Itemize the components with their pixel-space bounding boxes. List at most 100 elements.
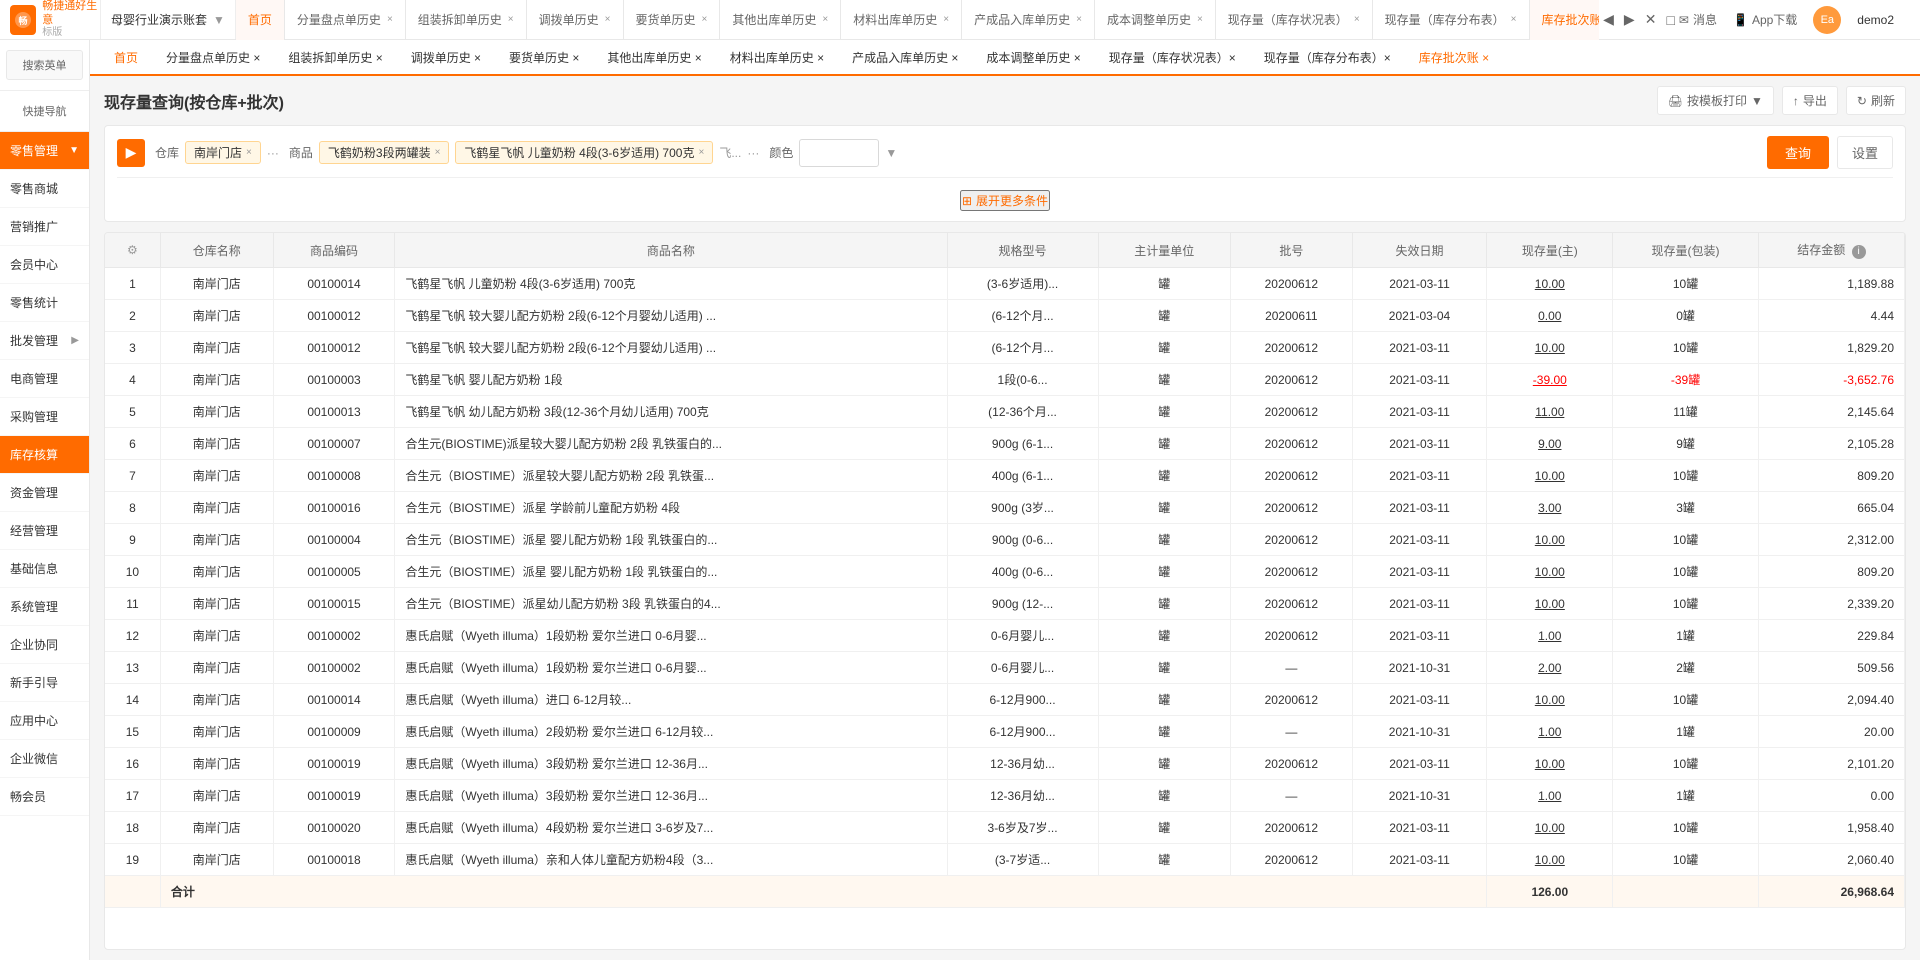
table-cell[interactable]: 2.00 xyxy=(1487,652,1613,684)
warehouse-more-icon[interactable]: ··· xyxy=(267,146,279,160)
tab-close-icon[interactable]: × xyxy=(822,14,828,25)
sidebar-item-dian-shang[interactable]: 电商管理 xyxy=(0,360,89,398)
sub-nav-ku-cun-2[interactable]: 现存量（库存分布表）× xyxy=(1250,40,1405,75)
color-input[interactable] xyxy=(799,139,879,167)
tab-close-icon[interactable]: × xyxy=(943,14,949,25)
tab-next-button[interactable]: ▶ xyxy=(1620,9,1639,30)
tab-close-icon[interactable]: × xyxy=(1076,14,1082,25)
tab-close-icon[interactable]: × xyxy=(508,14,514,25)
goods-tag-1-remove-icon[interactable]: × xyxy=(435,147,441,158)
table-cell[interactable]: 10.00 xyxy=(1487,748,1613,780)
sub-nav-cai-liao[interactable]: 材料出库单历史 × xyxy=(716,40,838,75)
table-cell[interactable]: 11.00 xyxy=(1487,396,1613,428)
tab-cai-liao[interactable]: 材料出库单历史 × xyxy=(841,0,962,40)
tab-chan-cheng[interactable]: 产成品入库单历史 × xyxy=(962,0,1095,40)
table-cell[interactable]: 10.00 xyxy=(1487,556,1613,588)
amount-info-icon[interactable]: i xyxy=(1852,245,1866,259)
tab-yao-huo[interactable]: 要货单历史 × xyxy=(624,0,721,40)
column-settings-icon[interactable]: ⚙ xyxy=(127,243,138,257)
goods-more-icon[interactable]: 飞... xyxy=(719,144,741,161)
tab-cheng-ben[interactable]: 成本调整单历史 × xyxy=(1095,0,1216,40)
sidebar-item-ling-shou-shang-cheng[interactable]: 零售商城 xyxy=(0,170,89,208)
sidebar-item-pi-fa[interactable]: 批发管理 ▶ xyxy=(0,322,89,360)
sidebar-item-ku-cun[interactable]: 库存核算 xyxy=(0,436,89,474)
tab-ku-cun-2[interactable]: 现存量（库存分布表） × xyxy=(1373,0,1530,40)
table-cell[interactable]: 10.00 xyxy=(1487,844,1613,876)
table-cell[interactable]: 1.00 xyxy=(1487,780,1613,812)
sub-nav-home[interactable]: 首页 xyxy=(100,40,152,76)
table-cell[interactable]: 10.00 xyxy=(1487,332,1613,364)
sidebar-item-xin-shou[interactable]: 新手引导 xyxy=(0,664,89,702)
table-cell[interactable]: 10.00 xyxy=(1487,460,1613,492)
sub-nav-chan-cheng[interactable]: 产成品入库单历史 × xyxy=(838,40,972,75)
tab-home[interactable]: 首页 xyxy=(236,0,285,40)
tab-maximize-button[interactable]: □ xyxy=(1662,10,1678,30)
table-cell[interactable]: 9.00 xyxy=(1487,428,1613,460)
sidebar-item-ling-shou[interactable]: 零售管理 ▼ xyxy=(0,132,89,170)
goods-tag-1[interactable]: 飞鹤奶粉3段两罐装 × xyxy=(319,141,450,164)
tab-zu-chai[interactable]: 组装拆卸单历史 × xyxy=(406,0,527,40)
sidebar-item-chang-hui-yuan[interactable]: 畅会员 xyxy=(0,778,89,816)
sidebar-item-ji-chu[interactable]: 基础信息 xyxy=(0,550,89,588)
tab-close-all-button[interactable]: ✕ xyxy=(1641,9,1661,30)
tab-chu-ku[interactable]: 其他出库单历史 × xyxy=(720,0,841,40)
sidebar-item-zi-jin[interactable]: 资金管理 xyxy=(0,474,89,512)
tab-close-icon[interactable]: × xyxy=(605,14,611,25)
sub-nav-ku-cun-1[interactable]: 现存量（库存状况表）× xyxy=(1095,40,1250,75)
sub-nav-zu-chai[interactable]: 组装拆卸单历史 × xyxy=(274,40,396,75)
sidebar-item-xi-tong[interactable]: 系统管理 xyxy=(0,588,89,626)
tab-close-icon[interactable]: × xyxy=(1354,14,1360,25)
table-cell[interactable]: 0.00 xyxy=(1487,300,1613,332)
sidebar-item-jing-ying[interactable]: 经营管理 xyxy=(0,512,89,550)
expand-more-button[interactable]: ⊞ 展开更多条件 xyxy=(960,190,1050,211)
search-button[interactable]: 搜索英单 xyxy=(6,50,83,80)
col-settings[interactable]: ⚙ xyxy=(105,233,160,268)
table-cell[interactable]: 10.00 xyxy=(1487,524,1613,556)
tab-prev-button[interactable]: ◀ xyxy=(1599,9,1618,30)
tab-close-icon[interactable]: × xyxy=(702,14,708,25)
tab-tiao-bo[interactable]: 调拨单历史 × xyxy=(527,0,624,40)
tab-ku-cun-1[interactable]: 现存量（库存状况表） × xyxy=(1216,0,1373,40)
messages-button[interactable]: ✉ 消息 xyxy=(1679,11,1717,28)
table-cell[interactable]: 10.00 xyxy=(1487,684,1613,716)
query-button[interactable]: 查询 xyxy=(1767,136,1829,169)
print-button[interactable]: 🖨 按模板打印 ▼ xyxy=(1657,86,1774,115)
tab-close-icon[interactable]: × xyxy=(1197,14,1203,25)
sub-nav-yao-huo[interactable]: 要货单历史 × xyxy=(495,40,593,75)
account-dropdown[interactable]: 母婴行业演示账套 ▼ xyxy=(100,0,236,39)
goods-ellipsis-icon[interactable]: ··· xyxy=(747,146,759,160)
tab-fen-pan[interactable]: 分量盘点单历史 × xyxy=(285,0,406,40)
filter-expand-button[interactable]: ▶ xyxy=(117,139,145,167)
warehouse-tag[interactable]: 南岸门店 × xyxy=(185,141,261,164)
sub-nav-pi-ci[interactable]: 库存批次账 × xyxy=(1405,40,1503,76)
table-cell[interactable]: 10.00 xyxy=(1487,812,1613,844)
table-cell[interactable]: 3.00 xyxy=(1487,492,1613,524)
sidebar-item-hui-yuan[interactable]: 会员中心 xyxy=(0,246,89,284)
warehouse-remove-icon[interactable]: × xyxy=(246,147,252,158)
sidebar-item-ying-yong[interactable]: 应用中心 xyxy=(0,702,89,740)
sub-nav-tiao-bo[interactable]: 调拨单历史 × xyxy=(397,40,495,75)
sidebar-item-ying-xiao[interactable]: 营销推广 xyxy=(0,208,89,246)
sub-nav-cheng-ben[interactable]: 成本调整单历史 × xyxy=(972,40,1094,75)
table-cell[interactable]: 10.00 xyxy=(1487,588,1613,620)
export-button[interactable]: ↑ 导出 xyxy=(1782,86,1838,115)
sidebar-item-cai-gou[interactable]: 采购管理 xyxy=(0,398,89,436)
refresh-button[interactable]: ↻ 刷新 xyxy=(1846,86,1906,115)
settings-button[interactable]: 设置 xyxy=(1837,136,1893,169)
table-cell[interactable]: 1.00 xyxy=(1487,620,1613,652)
goods-tag-2[interactable]: 飞鹤星飞帆 儿童奶粉 4段(3-6岁适用) 700克 × xyxy=(455,141,713,164)
table-cell[interactable]: -39.00 xyxy=(1487,364,1613,396)
avatar[interactable]: Ea xyxy=(1813,6,1841,34)
table-cell[interactable]: 10.00 xyxy=(1487,268,1613,300)
sidebar-nav-shortcut[interactable]: 快捷导航 xyxy=(0,97,89,125)
tab-pi-ci[interactable]: 库存批次账 × xyxy=(1530,0,1600,40)
goods-tag-2-remove-icon[interactable]: × xyxy=(698,147,704,158)
sidebar-item-ling-shou-tong-ji[interactable]: 零售统计 xyxy=(0,284,89,322)
sub-nav-fen-pan[interactable]: 分量盘点单历史 × xyxy=(152,40,274,75)
sub-nav-chu-ku[interactable]: 其他出库单历史 × xyxy=(593,40,715,75)
tab-close-icon[interactable]: × xyxy=(387,14,393,25)
sidebar-item-qi-ye-xie-tong[interactable]: 企业协同 xyxy=(0,626,89,664)
table-cell[interactable]: 1.00 xyxy=(1487,716,1613,748)
tab-close-icon[interactable]: × xyxy=(1511,14,1517,25)
sidebar-item-qi-ye-wei-xin[interactable]: 企业微信 xyxy=(0,740,89,778)
